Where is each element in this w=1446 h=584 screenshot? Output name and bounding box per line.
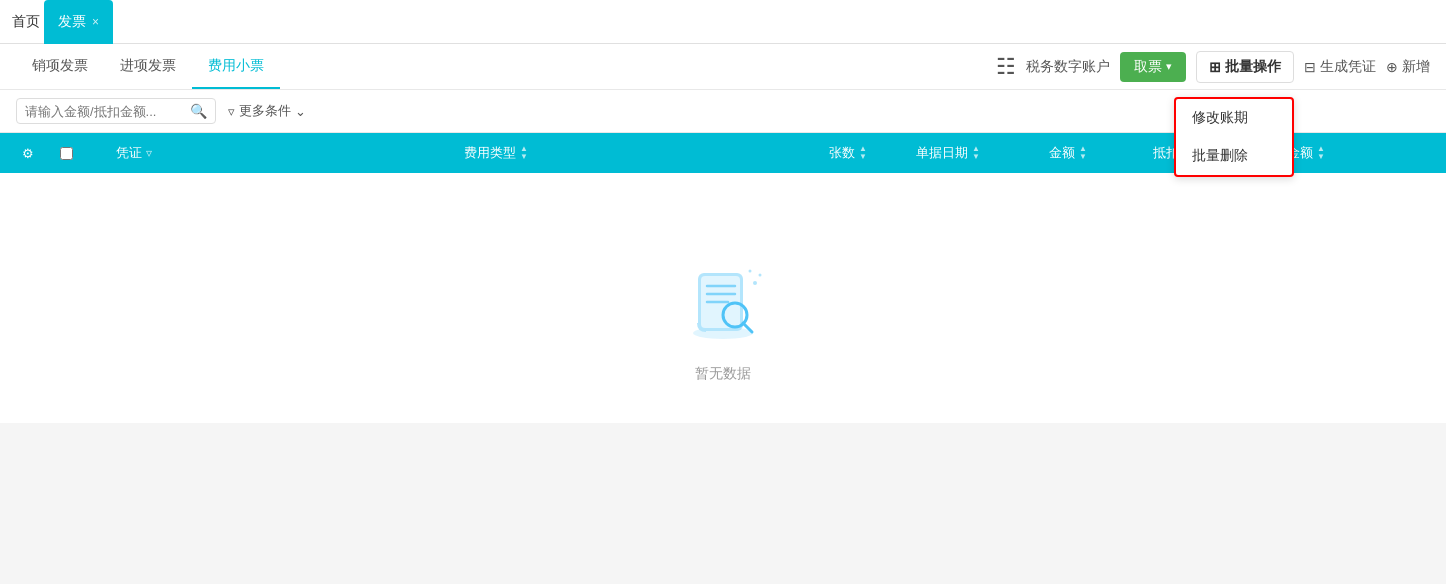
top-nav-bar: 首页 发票 ×: [0, 0, 1446, 44]
more-chevron-icon: ⌄: [295, 104, 306, 119]
batch-icon: ⊞: [1209, 59, 1221, 75]
count-sort[interactable]: ▲▼: [859, 145, 867, 161]
secondary-nav: 销项发票 进项发票 费用小票 ☷ 税务数字账户 取票 ▾ ⊞ 批量操作 修改账期: [0, 44, 1446, 90]
tax-account-button[interactable]: 税务数字账户: [1026, 58, 1110, 76]
tab-label: 发票: [58, 13, 86, 31]
th-gear[interactable]: ⚙: [8, 146, 48, 161]
gear-icon: ⚙: [22, 146, 34, 161]
generate-icon: ⊟: [1304, 59, 1316, 75]
svg-point-8: [753, 281, 757, 285]
table-content: 暂无数据: [0, 173, 1446, 423]
th-checkbox[interactable]: [48, 147, 84, 160]
deduct-amount-sort[interactable]: ▲▼: [1317, 145, 1325, 161]
qr-button[interactable]: ☷: [996, 54, 1016, 80]
date-sort[interactable]: ▲▼: [972, 145, 980, 161]
svg-point-9: [759, 274, 762, 277]
sec-nav-left: 销项发票 进项发票 费用小票: [16, 44, 280, 89]
th-count: 张数 ▲▼: [808, 144, 888, 162]
more-conditions-button[interactable]: ▿ 更多条件 ⌄: [228, 102, 306, 120]
empty-icon: [673, 253, 773, 353]
nav-item-purchase-invoice[interactable]: 进项发票: [104, 44, 192, 89]
qr-icon: ☷: [996, 54, 1016, 80]
batch-label: 批量操作: [1225, 58, 1281, 76]
generate-label: 生成凭证: [1320, 58, 1376, 76]
qupin-button[interactable]: 取票 ▾: [1120, 52, 1186, 82]
voucher-filter-icon[interactable]: ▿: [146, 146, 152, 160]
search-input-wrap: 🔍: [16, 98, 216, 124]
nav-item-sales-invoice[interactable]: 销项发票: [16, 44, 104, 89]
home-link[interactable]: 首页: [12, 13, 40, 31]
th-expense-type: 费用类型 ▲▼: [184, 144, 808, 162]
qupin-chevron-icon: ▾: [1166, 60, 1172, 73]
svg-point-10: [749, 270, 752, 273]
empty-text: 暂无数据: [695, 365, 751, 383]
empty-state: 暂无数据: [0, 173, 1446, 423]
nav-item-expense-receipt[interactable]: 费用小票: [192, 44, 280, 89]
add-label: 新增: [1402, 58, 1430, 76]
menu-item-modify-period[interactable]: 修改账期: [1176, 99, 1292, 137]
search-input[interactable]: [25, 104, 190, 119]
select-all-checkbox[interactable]: [60, 147, 73, 160]
add-new-button[interactable]: ⊕ 新增: [1386, 58, 1430, 76]
search-icon[interactable]: 🔍: [190, 103, 207, 119]
toolbar-right: ☷ 税务数字账户 取票 ▾ ⊞ 批量操作 修改账期 批量删除 ⊟ 生成凭证 ⊕ …: [996, 51, 1430, 83]
th-date: 单据日期 ▲▼: [888, 144, 1008, 162]
th-voucher: 凭证 ▿: [84, 144, 184, 162]
menu-item-batch-delete[interactable]: 批量删除: [1176, 137, 1292, 175]
generate-voucher-button[interactable]: ⊟ 生成凭证: [1304, 58, 1376, 76]
active-tab[interactable]: 发票 ×: [44, 0, 113, 44]
add-icon: ⊕: [1386, 59, 1398, 75]
amount-sort[interactable]: ▲▼: [1079, 145, 1087, 161]
filter-icon: ▿: [228, 104, 235, 119]
expense-type-sort[interactable]: ▲▼: [520, 145, 528, 161]
batch-dropdown-menu: 修改账期 批量删除: [1174, 97, 1294, 177]
batch-wrapper: ⊞ 批量操作 修改账期 批量删除: [1196, 51, 1294, 83]
th-amount: 金额 ▲▼: [1008, 144, 1128, 162]
qupin-label: 取票: [1134, 58, 1162, 76]
tab-close-icon[interactable]: ×: [92, 15, 99, 29]
batch-ops-button[interactable]: ⊞ 批量操作: [1196, 51, 1294, 83]
